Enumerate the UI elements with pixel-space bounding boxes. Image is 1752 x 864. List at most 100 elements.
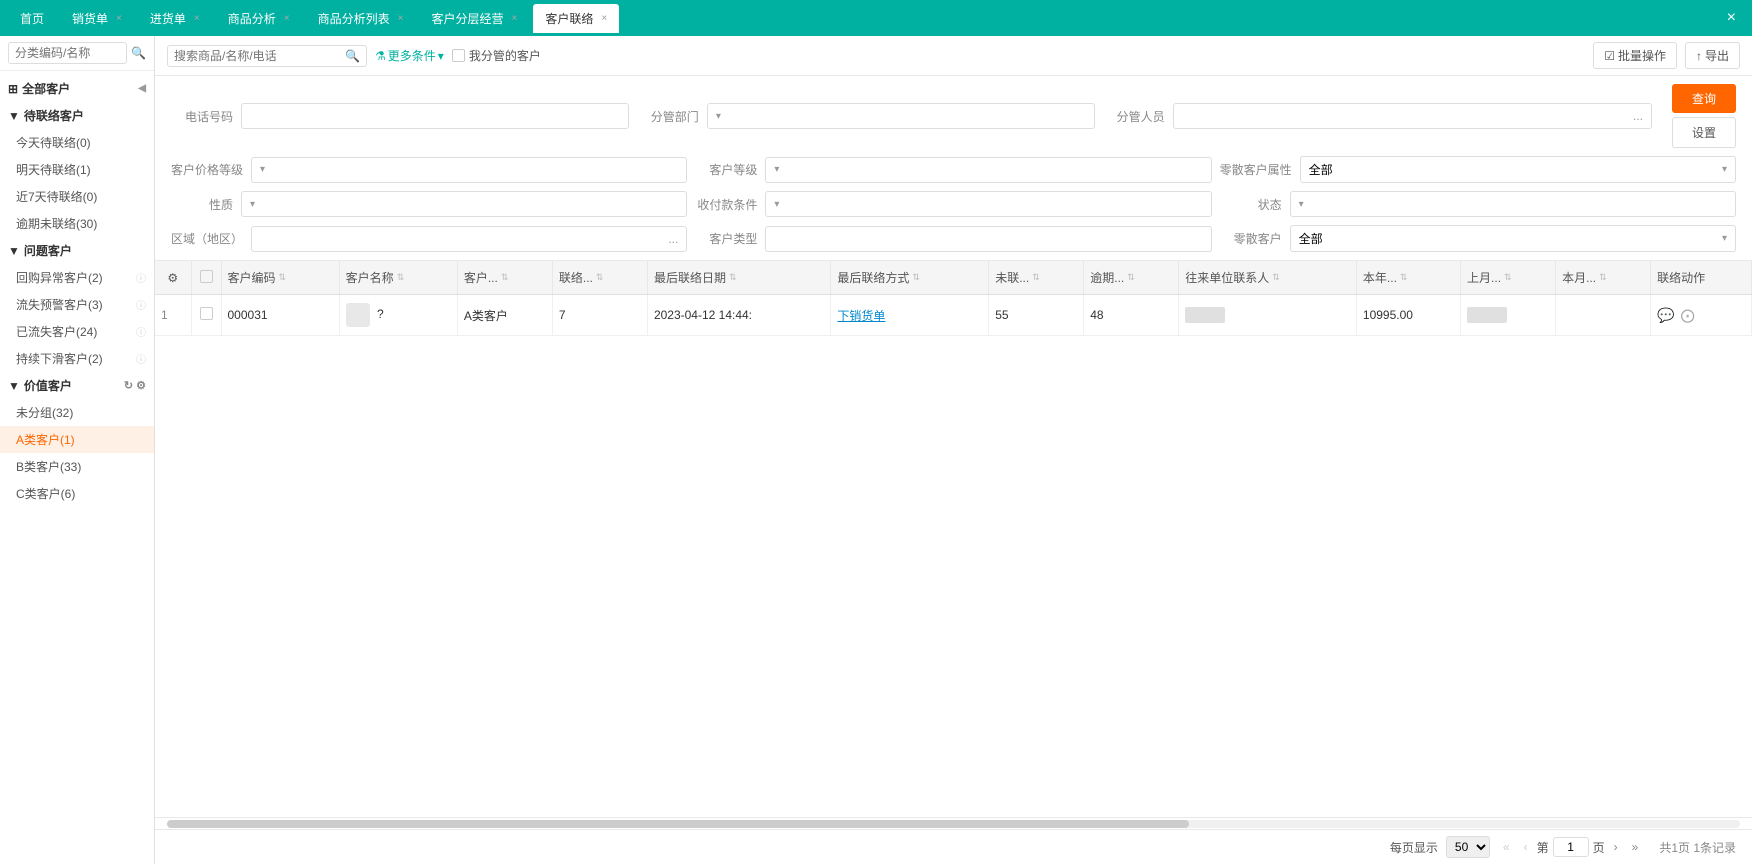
th-gear: ⚙ [155, 261, 191, 295]
advanced-filter: 电话号码 分管部门 ▾ 分管人员 ... [155, 76, 1752, 261]
th-this-year: 本年... ⇅ [1356, 261, 1460, 295]
sidebar-item-repurchase[interactable]: 回购异常客户(2) ⓘ [0, 264, 154, 291]
row-num: 1 [155, 295, 191, 336]
settings-icon[interactable]: ⚙ [136, 379, 146, 392]
nav-purchase[interactable]: 进货单 × [138, 4, 212, 33]
sidebar-value-section[interactable]: ▼ 价值客户 ↻ ⚙ [0, 372, 154, 399]
nav-customer-contact[interactable]: 客户联络 × [533, 4, 619, 33]
sidebar-pending-section[interactable]: ▼ 待联络客户 [0, 102, 154, 129]
sidebar-item-7days[interactable]: 近7天待联络(0) [0, 183, 154, 210]
close-purchase-icon[interactable]: × [194, 13, 200, 24]
horizontal-scrollbar-track[interactable] [167, 820, 1740, 828]
filter-search-icon[interactable]: 🔍 [345, 49, 360, 63]
sidebar-search-input[interactable] [8, 42, 127, 64]
next-page-button[interactable]: › [1609, 838, 1623, 856]
nav-product-list[interactable]: 商品分析列表 × [306, 4, 416, 33]
dept-dropdown-icon: ▾ [716, 111, 721, 122]
retail2-input[interactable]: 全部 ▾ [1290, 225, 1736, 252]
sidebar-item-class-c[interactable]: C类客户(6) [0, 480, 154, 507]
total-text: 共1页 1条记录 [1659, 839, 1736, 856]
price-dropdown-icon: ▾ [260, 164, 265, 175]
close-customer-tier-icon[interactable]: × [511, 13, 517, 24]
page-input[interactable] [1553, 837, 1589, 857]
horizontal-scrollbar-thumb[interactable] [167, 820, 1189, 828]
search-input[interactable] [174, 49, 345, 63]
close-all-tabs-button[interactable]: × [1719, 5, 1744, 31]
nature-field: 性质 ▾ [171, 191, 687, 217]
status-input[interactable]: ▾ [1290, 191, 1736, 217]
nav-home[interactable]: 首页 [8, 4, 56, 33]
info-icon-3: ⓘ [136, 324, 146, 339]
person-more-icon[interactable]: ... [1633, 109, 1643, 123]
sidebar-item-overdue[interactable]: 逾期未联络(30) [0, 210, 154, 237]
payment-input[interactable]: ▾ [765, 191, 1211, 217]
refresh-icon[interactable]: ↻ [124, 379, 133, 392]
my-customers-checkbox[interactable] [452, 49, 465, 62]
sidebar-item-unclassified[interactable]: 未分组(32) [0, 399, 154, 426]
nature-input[interactable]: ▾ [241, 191, 687, 217]
sidebar-search-icon[interactable]: 🔍 [131, 46, 146, 60]
comment-icon[interactable]: 💬 [1657, 307, 1674, 324]
triangle-icon-3: ▼ [8, 379, 20, 393]
sort-unit-icon[interactable]: ⇅ [1272, 272, 1280, 283]
close-product-list-icon[interactable]: × [398, 13, 404, 24]
region-more-icon[interactable]: ... [668, 232, 678, 246]
batch-op-button[interactable]: ☑ 批量操作 [1593, 42, 1677, 69]
query-button[interactable]: 查询 [1672, 84, 1736, 113]
sidebar-all-customers[interactable]: ⊞ 全部客户 ◀ [0, 75, 154, 102]
select-all-checkbox[interactable] [200, 270, 213, 283]
sidebar-item-churn-warning[interactable]: 流失预警客户(3) ⓘ [0, 291, 154, 318]
nav-sales[interactable]: 销货单 × [60, 4, 134, 33]
sidebar-problem-section[interactable]: ▼ 问题客户 [0, 237, 154, 264]
close-customer-contact-icon[interactable]: × [601, 13, 607, 24]
page-size-select[interactable]: 50 [1446, 836, 1490, 858]
dept-field: 分管部门 ▾ [637, 103, 1095, 129]
row-this-year: 10995.00 [1356, 295, 1460, 336]
row-last-month [1461, 295, 1556, 336]
dept-input[interactable]: ▾ [707, 103, 1095, 129]
my-customers-checkbox-wrap[interactable]: 我分管的客户 [452, 47, 541, 64]
last-method-link[interactable]: 下销货单 [837, 309, 885, 323]
sort-lmonth-icon[interactable]: ⇅ [1504, 272, 1512, 283]
retail-attr-input[interactable]: 全部 ▾ [1300, 156, 1736, 183]
phone-input[interactable] [241, 103, 629, 129]
prev-page-button[interactable]: ‹ [1519, 838, 1533, 856]
setting-button[interactable]: 设置 [1672, 117, 1736, 148]
filter-row-2: 客户价格等级 ▾ 客户等级 ▾ 零散客户属性 全部 ▾ [171, 156, 1736, 183]
triangle-icon: ▼ [8, 109, 20, 123]
qrcode-icon[interactable]: ⨀ [1681, 307, 1695, 324]
region-input[interactable]: ... [251, 226, 687, 252]
sort-uncontacted-icon[interactable]: ⇅ [1032, 272, 1040, 283]
more-conditions-button[interactable]: ⚗ 更多条件 ▾ [375, 47, 444, 64]
export-button[interactable]: ↑ 导出 [1685, 42, 1740, 69]
first-page-button[interactable]: « [1498, 838, 1515, 856]
sort-contact-icon[interactable]: ⇅ [596, 272, 604, 283]
nav-product-analysis[interactable]: 商品分析 × [216, 4, 302, 33]
sort-name-icon[interactable]: ⇅ [397, 272, 405, 283]
sidebar-item-today[interactable]: 今天待联络(0) [0, 129, 154, 156]
sidebar-item-declining[interactable]: 持续下滑客户(2) ⓘ [0, 345, 154, 372]
last-page-button[interactable]: » [1627, 838, 1644, 856]
close-product-analysis-icon[interactable]: × [284, 13, 290, 24]
sort-year-icon[interactable]: ⇅ [1400, 272, 1408, 283]
customer-type-input[interactable] [765, 226, 1211, 252]
person-input[interactable]: ... [1173, 103, 1652, 129]
info-icon-1: ⓘ [136, 270, 146, 285]
nav-customer-tier[interactable]: 客户分层经营 × [419, 4, 529, 33]
sort-type-icon[interactable]: ⇅ [501, 272, 509, 283]
row-checkbox[interactable] [200, 307, 213, 320]
sidebar-item-tomorrow[interactable]: 明天待联络(1) [0, 156, 154, 183]
close-sales-icon[interactable]: × [116, 13, 122, 24]
collapse-all-icon[interactable]: ◀ [138, 83, 146, 94]
sidebar-item-class-b[interactable]: B类客户(33) [0, 453, 154, 480]
sidebar-item-class-a[interactable]: A类客户(1) [0, 426, 154, 453]
sidebar-item-churned[interactable]: 已流失客户(24) ⓘ [0, 318, 154, 345]
sort-code-icon[interactable]: ⇅ [279, 272, 287, 283]
sort-method-icon[interactable]: ⇅ [912, 272, 920, 283]
sort-date-icon[interactable]: ⇅ [729, 272, 737, 283]
customer-level-input[interactable]: ▾ [765, 157, 1211, 183]
gear-icon[interactable]: ⚙ [167, 271, 178, 285]
sort-tmonth-icon[interactable]: ⇅ [1599, 272, 1607, 283]
price-level-input[interactable]: ▾ [251, 157, 687, 183]
sort-overdue-icon[interactable]: ⇅ [1127, 272, 1135, 283]
